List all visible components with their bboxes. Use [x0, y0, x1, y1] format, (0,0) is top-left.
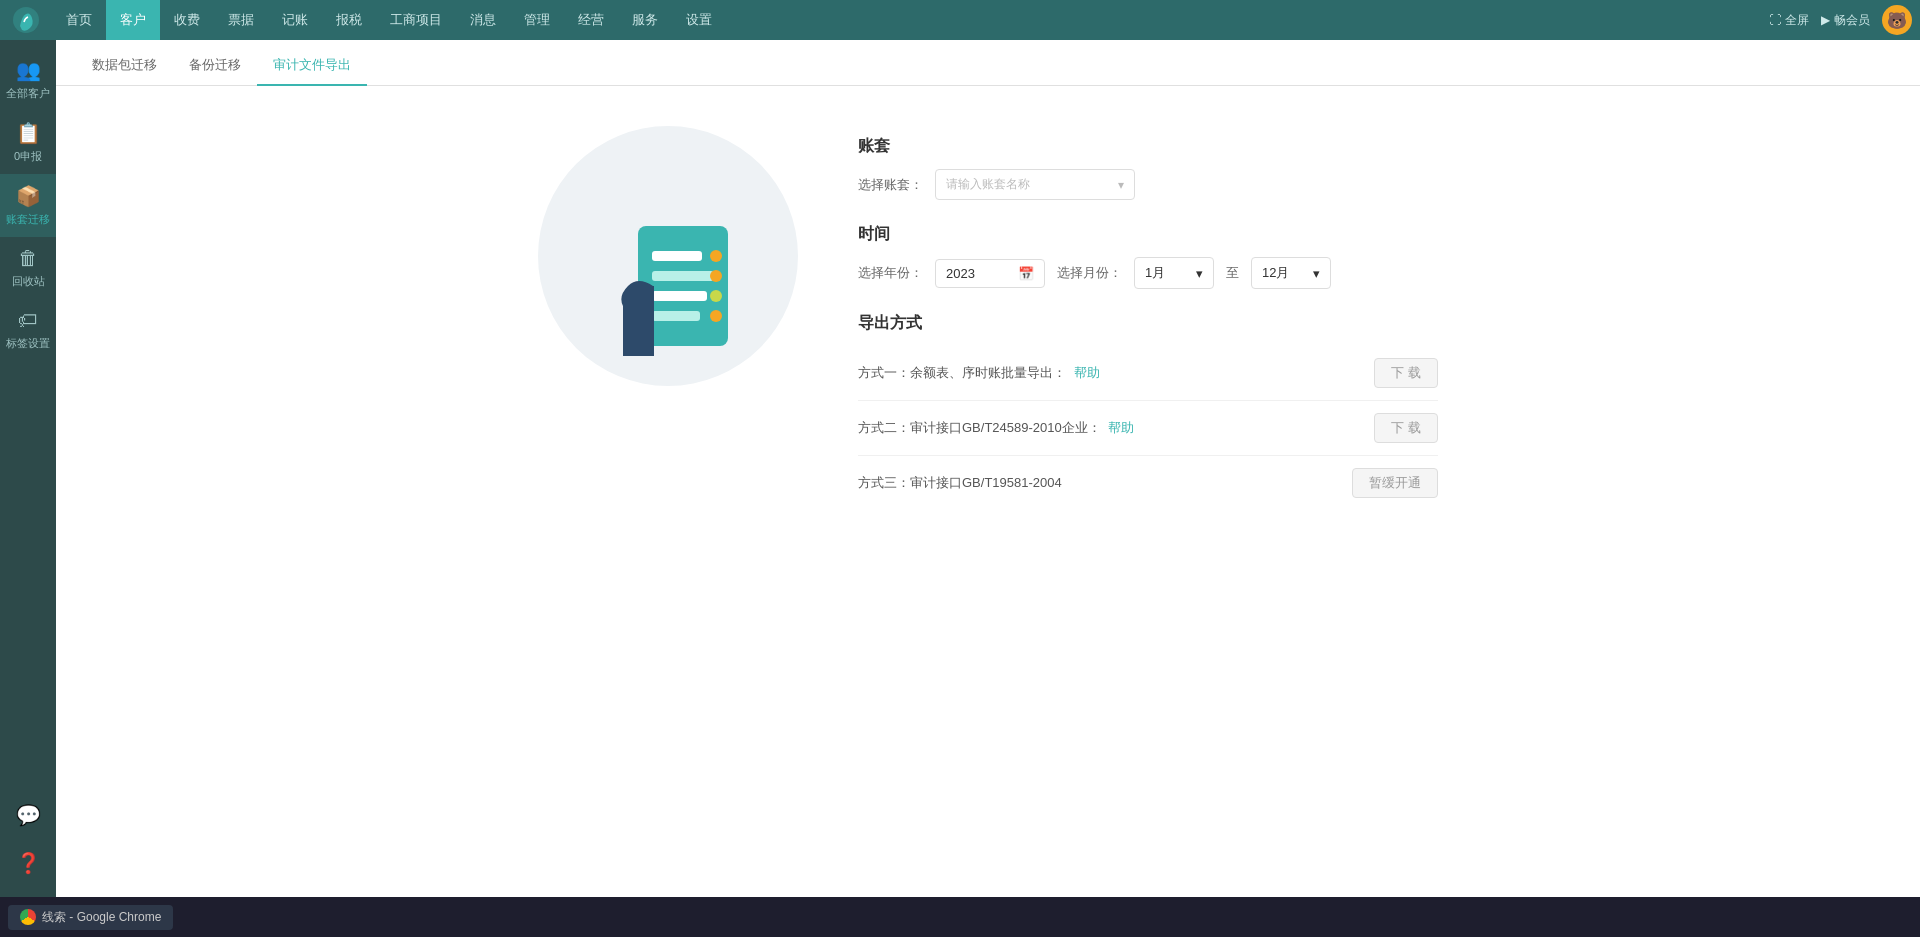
svg-point-6	[710, 250, 722, 262]
form-section: 账套 选择账套： 请输入账套名称 ▾ 时间 选择年	[858, 126, 1438, 510]
content-area: 数据包迁移 备份迁移 审计文件导出	[56, 40, 1920, 897]
month-end-select[interactable]: 12月 ▾	[1251, 257, 1331, 289]
time-section-title: 时间	[858, 224, 1438, 245]
tab-bar: 数据包迁移 备份迁移 审计文件导出	[56, 40, 1920, 86]
support-icon: 💬	[16, 803, 41, 827]
sidebar: 👥 全部客户 📋 0申报 📦 账套迁移 🗑 回收站 🏷 标签设置 💬 ❓	[0, 40, 56, 897]
time-form-row: 选择年份： 2023 📅 选择月份： 1月 ▾ 至	[858, 257, 1438, 289]
nav-manage[interactable]: 管理	[510, 0, 564, 40]
illustration	[538, 126, 798, 386]
all-clients-icon: 👥	[16, 58, 41, 82]
sidebar-item-help[interactable]: ❓	[0, 841, 56, 885]
month-end-value: 12月	[1262, 264, 1289, 282]
svg-rect-2	[652, 251, 702, 261]
nav-fee[interactable]: 收费	[160, 0, 214, 40]
nav-menu: 首页 客户 收费 票据 记账 报税 工商项目 消息 管理 经营 服务 设置	[52, 0, 1769, 40]
account-label: 选择账套：	[858, 176, 923, 194]
svg-point-9	[710, 310, 722, 322]
zero-declare-icon: 📋	[16, 121, 41, 145]
fullscreen-button[interactable]: ⛶ 全屏	[1769, 12, 1809, 29]
recycle-icon: 🗑	[18, 247, 38, 270]
month-label: 选择月份：	[1057, 264, 1122, 282]
nav-service[interactable]: 服务	[618, 0, 672, 40]
nav-right: ⛶ 全屏 ▶ 畅会员 🐻	[1769, 5, 1912, 35]
time-section: 时间 选择年份： 2023 📅 选择月份： 1月 ▾	[858, 224, 1438, 289]
svg-point-8	[710, 290, 722, 302]
sidebar-item-recycle[interactable]: 🗑 回收站	[0, 237, 56, 299]
help-icon: ❓	[16, 851, 41, 875]
vip-button[interactable]: ▶ 畅会员	[1821, 12, 1870, 29]
year-input[interactable]: 2023 📅	[935, 259, 1045, 288]
chrome-icon	[20, 909, 36, 925]
method1-download-button[interactable]: 下 载	[1374, 358, 1438, 388]
account-placeholder: 请输入账套名称	[946, 176, 1030, 193]
vip-icon: ▶	[1821, 13, 1830, 27]
sidebar-item-support[interactable]: 💬	[0, 793, 56, 837]
tab-data-migrate[interactable]: 数据包迁移	[76, 46, 173, 86]
nav-message[interactable]: 消息	[456, 0, 510, 40]
account-migrate-icon: 📦	[16, 184, 41, 208]
method1-label: 方式一：余额表、序时账批量导出： 帮助	[858, 364, 1100, 382]
year-label: 选择年份：	[858, 264, 923, 282]
top-nav: 首页 客户 收费 票据 记账 报税 工商项目 消息 管理 经营 服务 设置 ⛶ …	[0, 0, 1920, 40]
account-arrow-icon: ▾	[1118, 178, 1124, 192]
nav-invoice[interactable]: 票据	[214, 0, 268, 40]
nav-operate[interactable]: 经营	[564, 0, 618, 40]
account-section: 账套 选择账套： 请输入账套名称 ▾	[858, 136, 1438, 200]
taskbar: 线索 - Google Chrome	[0, 897, 1920, 937]
main-layout: 👥 全部客户 📋 0申报 📦 账套迁移 🗑 回收站 🏷 标签设置 💬 ❓	[0, 40, 1920, 897]
export-section-title: 导出方式	[858, 313, 1438, 334]
tab-backup-migrate[interactable]: 备份迁移	[173, 46, 257, 86]
export-method-2: 方式二：审计接口GB/T24589-2010企业： 帮助 下 载	[858, 401, 1438, 456]
method3-open-button[interactable]: 暂缓开通	[1352, 468, 1438, 498]
account-section-title: 账套	[858, 136, 1438, 157]
month-start-select[interactable]: 1月 ▾	[1134, 257, 1214, 289]
account-form-row: 选择账套： 请输入账套名称 ▾	[858, 169, 1438, 200]
nav-business[interactable]: 工商项目	[376, 0, 456, 40]
nav-account[interactable]: 记账	[268, 0, 322, 40]
nav-tax[interactable]: 报税	[322, 0, 376, 40]
sidebar-item-zero-declare[interactable]: 📋 0申报	[0, 111, 56, 174]
method3-label: 方式三：审计接口GB/T19581-2004	[858, 474, 1062, 492]
to-text: 至	[1226, 264, 1239, 282]
svg-rect-5	[652, 311, 700, 321]
svg-point-7	[710, 270, 722, 282]
calendar-icon: 📅	[1018, 266, 1034, 281]
nav-home[interactable]: 首页	[52, 0, 106, 40]
nav-settings[interactable]: 设置	[672, 0, 726, 40]
method2-label: 方式二：审计接口GB/T24589-2010企业： 帮助	[858, 419, 1134, 437]
method2-download-button[interactable]: 下 载	[1374, 413, 1438, 443]
account-select[interactable]: 请输入账套名称 ▾	[935, 169, 1135, 200]
fullscreen-icon: ⛶	[1769, 13, 1781, 27]
nav-client[interactable]: 客户	[106, 0, 160, 40]
avatar[interactable]: 🐻	[1882, 5, 1912, 35]
app-logo	[8, 2, 44, 38]
sidebar-item-tag-setting[interactable]: 🏷 标签设置	[0, 299, 56, 361]
export-method-1: 方式一：余额表、序时账批量导出： 帮助 下 载	[858, 346, 1438, 401]
taskbar-item-label: 线索 - Google Chrome	[42, 909, 161, 926]
svg-rect-3	[652, 271, 714, 281]
taskbar-chrome-item[interactable]: 线索 - Google Chrome	[8, 905, 173, 930]
sidebar-item-account-migrate[interactable]: 📦 账套迁移	[0, 174, 56, 237]
export-section: 导出方式 方式一：余额表、序时账批量导出： 帮助 下 载 方式二：审计接口GB/…	[858, 313, 1438, 510]
tag-setting-icon: 🏷	[18, 309, 38, 332]
sidebar-bottom: 💬 ❓	[0, 793, 56, 897]
content-wrapper: 账套 选择账套： 请输入账套名称 ▾ 时间 选择年	[538, 126, 1438, 510]
year-value: 2023	[946, 266, 975, 281]
page-content: 账套 选择账套： 请输入账套名称 ▾ 时间 选择年	[56, 86, 1920, 897]
svg-rect-4	[652, 291, 707, 301]
month-end-arrow-icon: ▾	[1313, 266, 1320, 281]
month-start-value: 1月	[1145, 264, 1165, 282]
method1-help-link[interactable]: 帮助	[1074, 365, 1100, 380]
sidebar-item-all-clients[interactable]: 👥 全部客户	[0, 48, 56, 111]
tab-audit-export[interactable]: 审计文件导出	[257, 46, 367, 86]
export-method-3: 方式三：审计接口GB/T19581-2004 暂缓开通	[858, 456, 1438, 510]
month-start-arrow-icon: ▾	[1196, 266, 1203, 281]
method2-help-link[interactable]: 帮助	[1108, 420, 1134, 435]
